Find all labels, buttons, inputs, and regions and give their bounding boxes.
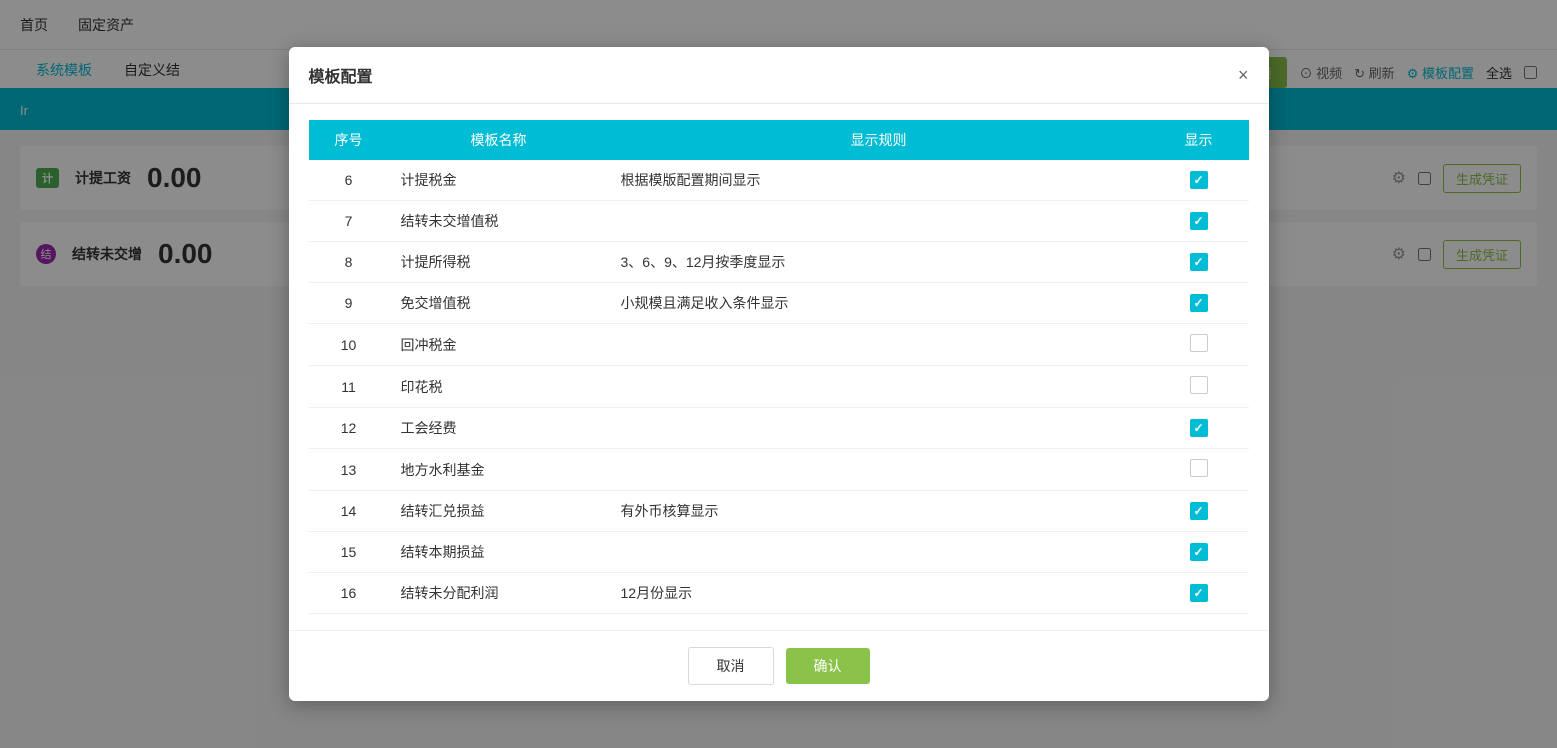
table-body: 6计提税金根据模版配置期间显示7结转未交增值税8计提所得税3、6、9、12月按季… (309, 160, 1249, 614)
row-rule (609, 408, 1149, 449)
row-rule: 12月份显示 (609, 573, 1149, 614)
row-check[interactable] (1149, 283, 1249, 324)
row-id: 16 (309, 573, 389, 614)
row-rule (609, 449, 1149, 491)
table-row: 16结转未分配利润12月份显示 (309, 573, 1249, 614)
row-id: 9 (309, 283, 389, 324)
row-check[interactable] (1149, 242, 1249, 283)
row-check[interactable] (1149, 366, 1249, 408)
modal-overlay: 模板配置 × 序号 模板名称 显示规则 显示 6计提税金根据模版配置期间显示7结… (0, 0, 1557, 748)
row-id: 7 (309, 201, 389, 242)
table-row: 13地方水利基金 (309, 449, 1249, 491)
table-row: 10回冲税金 (309, 324, 1249, 366)
row-rule: 根据模版配置期间显示 (609, 160, 1149, 201)
table-head: 序号 模板名称 显示规则 显示 (309, 120, 1249, 160)
table-row: 15结转本期损益 (309, 532, 1249, 573)
modal-footer: 取消 确认 (289, 630, 1269, 701)
confirm-button[interactable]: 确认 (786, 648, 870, 684)
row-rule: 小规模且满足收入条件显示 (609, 283, 1149, 324)
row-rule (609, 366, 1149, 408)
col-header-rule: 显示规则 (609, 120, 1149, 160)
checkbox-14[interactable] (1190, 502, 1208, 520)
checkbox-10[interactable] (1190, 334, 1208, 352)
modal-body: 序号 模板名称 显示规则 显示 6计提税金根据模版配置期间显示7结转未交增值税8… (289, 104, 1269, 630)
checkbox-8[interactable] (1190, 253, 1208, 271)
row-id: 11 (309, 366, 389, 408)
row-name: 印花税 (389, 366, 609, 408)
checkbox-16[interactable] (1190, 584, 1208, 602)
row-check[interactable] (1149, 449, 1249, 491)
cancel-button[interactable]: 取消 (688, 647, 774, 685)
row-name: 工会经费 (389, 408, 609, 449)
row-id: 15 (309, 532, 389, 573)
modal-header: 模板配置 × (289, 47, 1269, 104)
checkbox-15[interactable] (1190, 543, 1208, 561)
row-id: 8 (309, 242, 389, 283)
col-header-show: 显示 (1149, 120, 1249, 160)
modal-template-config: 模板配置 × 序号 模板名称 显示规则 显示 6计提税金根据模版配置期间显示7结… (289, 47, 1269, 701)
table-row: 14结转汇兑损益有外币核算显示 (309, 491, 1249, 532)
row-rule: 3、6、9、12月按季度显示 (609, 242, 1149, 283)
table-row: 9免交增值税小规模且满足收入条件显示 (309, 283, 1249, 324)
config-table: 序号 模板名称 显示规则 显示 6计提税金根据模版配置期间显示7结转未交增值税8… (309, 120, 1249, 614)
checkbox-6[interactable] (1190, 171, 1208, 189)
checkbox-11[interactable] (1190, 376, 1208, 394)
row-check[interactable] (1149, 160, 1249, 201)
modal-close-button[interactable]: × (1238, 66, 1249, 84)
row-rule: 有外币核算显示 (609, 491, 1149, 532)
row-name: 结转汇兑损益 (389, 491, 609, 532)
row-check[interactable] (1149, 201, 1249, 242)
row-name: 地方水利基金 (389, 449, 609, 491)
table-row: 7结转未交增值税 (309, 201, 1249, 242)
col-header-id: 序号 (309, 120, 389, 160)
row-name: 结转未分配利润 (389, 573, 609, 614)
row-id: 14 (309, 491, 389, 532)
row-id: 13 (309, 449, 389, 491)
checkbox-12[interactable] (1190, 419, 1208, 437)
modal-title: 模板配置 (309, 63, 373, 87)
row-id: 6 (309, 160, 389, 201)
row-rule (609, 324, 1149, 366)
row-id: 12 (309, 408, 389, 449)
checkbox-13[interactable] (1190, 459, 1208, 477)
table-row: 6计提税金根据模版配置期间显示 (309, 160, 1249, 201)
row-rule (609, 201, 1149, 242)
row-rule (609, 532, 1149, 573)
row-name: 回冲税金 (389, 324, 609, 366)
row-id: 10 (309, 324, 389, 366)
row-name: 结转本期损益 (389, 532, 609, 573)
checkbox-9[interactable] (1190, 294, 1208, 312)
row-name: 结转未交增值税 (389, 201, 609, 242)
row-name: 计提税金 (389, 160, 609, 201)
row-check[interactable] (1149, 532, 1249, 573)
row-check[interactable] (1149, 491, 1249, 532)
row-check[interactable] (1149, 324, 1249, 366)
row-check[interactable] (1149, 408, 1249, 449)
table-row: 8计提所得税3、6、9、12月按季度显示 (309, 242, 1249, 283)
row-name: 计提所得税 (389, 242, 609, 283)
table-row: 12工会经费 (309, 408, 1249, 449)
checkbox-7[interactable] (1190, 212, 1208, 230)
row-check[interactable] (1149, 573, 1249, 614)
row-name: 免交增值税 (389, 283, 609, 324)
table-row: 11印花税 (309, 366, 1249, 408)
col-header-name: 模板名称 (389, 120, 609, 160)
